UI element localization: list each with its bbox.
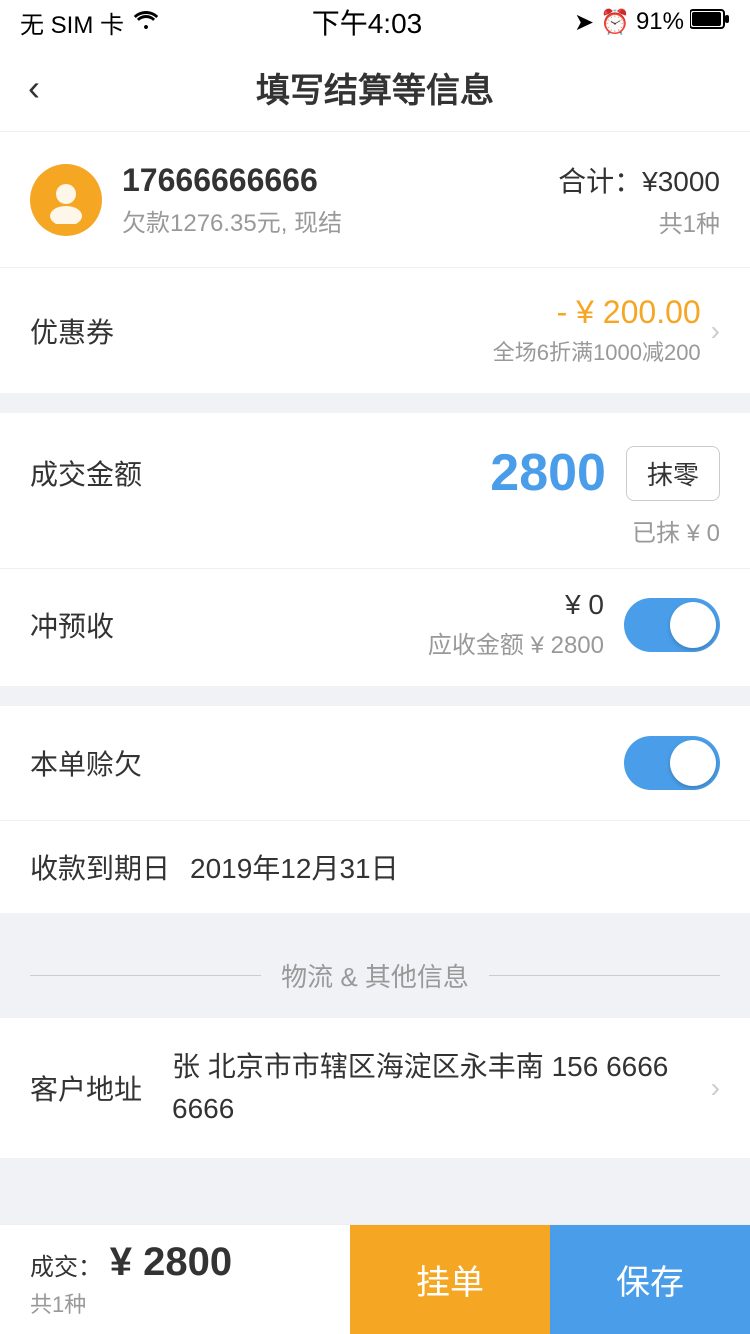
deal-amount-row: 成交金额 2800 抹零 [0, 413, 750, 513]
battery-icon [690, 8, 730, 37]
sim-status: 无 SIM 卡 [20, 5, 124, 40]
logistics-header: 物流 & 其他信息 [0, 933, 750, 1018]
logistics-line-left [30, 975, 261, 976]
pending-button[interactable]: 挂单 [350, 1225, 550, 1334]
logistics-line-right [489, 975, 720, 976]
prepay-right: ¥ 0 应收金额 ¥ 2800 [428, 589, 720, 660]
content: 17666666666 欠款1276.35元, 现结 合计：¥3000 共1种 … [0, 132, 750, 1298]
customer-row: 17666666666 欠款1276.35元, 现结 合计：¥3000 共1种 [0, 132, 750, 267]
bottom-summary: 成交： ¥ 2800 共1种 [0, 1240, 350, 1319]
avatar [30, 164, 102, 236]
prepay-amount: ¥ 0 [428, 589, 604, 621]
coupon-value-block: - ¥ 200.00 全场6折满1000减200 [493, 294, 701, 367]
status-right: ➤ ⏰ 91% [574, 8, 730, 37]
customer-right: 合计：¥3000 共1种 [558, 160, 720, 239]
prepay-receivable: 应收金额 ¥ 2800 [428, 625, 604, 660]
arrears-toggle-knob [670, 740, 716, 786]
address-value: 张 北京市市辖区海淀区永丰南 156 6666 6666 [172, 1046, 711, 1130]
customer-phone: 17666666666 [122, 162, 342, 199]
deal-number: 2800 [490, 443, 606, 503]
status-left: 无 SIM 卡 [20, 5, 160, 40]
coupon-label: 优惠券 [30, 311, 114, 351]
location-icon: ➤ [574, 8, 594, 37]
nav-bar: ‹ 填写结算等信息 [0, 44, 750, 132]
arrears-row: 本单赊欠 [0, 706, 750, 820]
customer-left: 17666666666 欠款1276.35元, 现结 [30, 162, 342, 238]
prepay-value-block: ¥ 0 应收金额 ¥ 2800 [428, 589, 604, 660]
coupon-row[interactable]: 优惠券 - ¥ 200.00 全场6折满1000减200 › [0, 267, 750, 393]
due-date-value: 2019年12月31日 [190, 847, 399, 887]
arrears-toggle[interactable] [624, 736, 720, 790]
total-count: 共1种 [558, 204, 720, 239]
prepay-row: 冲预收 ¥ 0 应收金额 ¥ 2800 [0, 568, 750, 686]
wifi-icon [132, 8, 160, 36]
customer-debt: 欠款1276.35元, 现结 [122, 203, 342, 238]
customer-info: 17666666666 欠款1276.35元, 现结 [122, 162, 342, 238]
save-button[interactable]: 保存 [550, 1225, 750, 1334]
round-button[interactable]: 抹零 [626, 446, 720, 501]
page-title: 填写结算等信息 [256, 63, 494, 112]
coupon-desc: 全场6折满1000减200 [493, 335, 701, 367]
address-chevron-icon: › [711, 1072, 720, 1104]
arrears-label: 本单赊欠 [30, 743, 142, 783]
coupon-right: - ¥ 200.00 全场6折满1000减200 › [493, 294, 720, 367]
bottom-deal-label: 成交： [30, 1254, 102, 1281]
alarm-icon: ⏰ [600, 8, 630, 37]
bottom-deal-amount: ¥ 2800 [110, 1240, 232, 1284]
customer-card: 17666666666 欠款1276.35元, 现结 合计：¥3000 共1种 … [0, 132, 750, 393]
chevron-right-icon: › [711, 315, 720, 347]
deal-subtotal: 已抹 ¥ 0 [0, 513, 750, 568]
toggle-knob [670, 602, 716, 648]
prepay-toggle[interactable] [624, 598, 720, 652]
due-date-row: 收款到期日 2019年12月31日 [0, 820, 750, 913]
deal-right: 2800 抹零 [490, 443, 720, 503]
bottom-bar: 成交： ¥ 2800 共1种 挂单 保存 [0, 1224, 750, 1334]
address-label: 客户地址 [30, 1068, 142, 1108]
deal-amount-label: 成交金额 [30, 453, 142, 493]
arrears-card: 本单赊欠 收款到期日 2019年12月31日 [0, 706, 750, 913]
coupon-discount: - ¥ 200.00 [493, 294, 701, 331]
due-date-label: 收款到期日 [30, 847, 170, 887]
deal-amount-card: 成交金额 2800 抹零 已抹 ¥ 0 冲预收 ¥ 0 应收金额 ¥ 2800 [0, 413, 750, 686]
address-row[interactable]: 客户地址 张 北京市市辖区海淀区永丰南 156 6666 6666 › [0, 1018, 750, 1158]
logistics-title: 物流 & 其他信息 [281, 957, 469, 994]
status-time: 下午4:03 [312, 2, 423, 42]
bottom-count: 共1种 [30, 1287, 320, 1319]
bottom-deal-line: 成交： ¥ 2800 [30, 1240, 320, 1285]
total-amount: 合计：¥3000 [558, 160, 720, 200]
battery-level: 91% [636, 8, 684, 36]
back-button[interactable]: ‹ [28, 67, 40, 109]
prepay-label: 冲预收 [30, 605, 114, 645]
status-bar: 无 SIM 卡 下午4:03 ➤ ⏰ 91% [0, 0, 750, 44]
